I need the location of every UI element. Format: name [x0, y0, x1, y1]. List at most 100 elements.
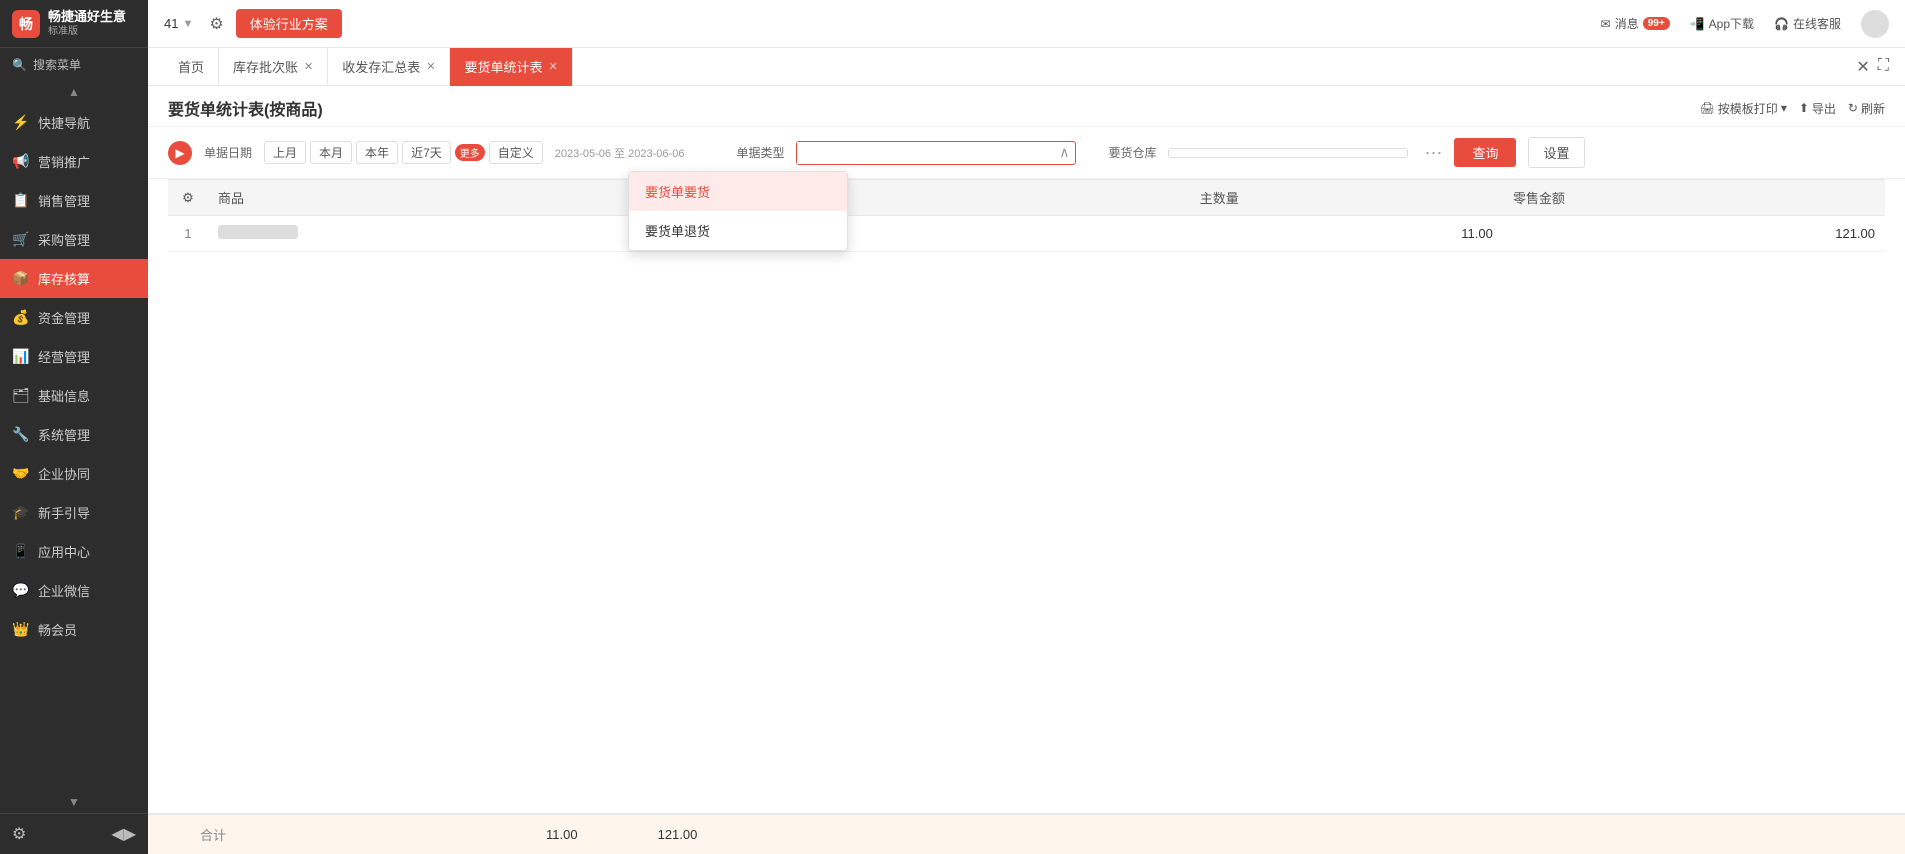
refresh-btn[interactable]: ↻ 刷新	[1848, 100, 1885, 117]
page-title: 要货单统计表(按商品)	[168, 96, 323, 120]
date-btn-7days[interactable]: 近7天	[402, 141, 451, 164]
col-settings[interactable]: ⚙	[168, 180, 208, 216]
sidebar-item-label: 应用中心	[38, 542, 90, 561]
sidebar-item-wechat[interactable]: 💬 企业微信	[0, 571, 148, 610]
sidebar-item-marketing[interactable]: 📢 营销推广	[0, 142, 148, 181]
logo-main-text: 畅捷通好生意	[48, 9, 126, 26]
tab-receivable-summary[interactable]: 收发存汇总表 ✕	[328, 48, 450, 86]
trial-btn[interactable]: 体验行业方案	[236, 9, 342, 38]
messages-btn[interactable]: ✉ 消息 99+	[1601, 15, 1670, 32]
filter-more-icon[interactable]: ···	[1424, 142, 1442, 163]
data-table: ⚙ 商品 主计量单位 主数量 零售金额 1	[168, 179, 1885, 252]
search-label: 搜索菜单	[33, 56, 81, 73]
system-icon: 🔧	[12, 426, 30, 443]
app-icon: 📱	[12, 543, 30, 560]
type-dropdown: 要货单要货 要货单退货	[628, 171, 848, 251]
tab-receivable-close[interactable]: ✕	[426, 60, 435, 73]
date-btn-custom[interactable]: 自定义	[489, 141, 543, 164]
date-more-badge[interactable]: 更多	[455, 144, 485, 161]
date-separator: 至	[614, 148, 628, 160]
main-area: 41 ▼ ⚙ 体验行业方案 ✉ 消息 99+ 📲 App下载 🎧 在线客服 首页	[148, 0, 1905, 854]
col-amount: 零售金额	[1503, 180, 1885, 216]
sidebar-item-operations[interactable]: 📊 经营管理	[0, 337, 148, 376]
sidebar-item-inventory[interactable]: 📦 库存核算	[0, 259, 148, 298]
topbar: 41 ▼ ⚙ 体验行业方案 ✉ 消息 99+ 📲 App下载 🎧 在线客服	[148, 0, 1905, 48]
warehouse-filter-label: 要货仓库	[1108, 144, 1156, 161]
sidebar-item-app[interactable]: 📱 应用中心	[0, 532, 148, 571]
table-header: ⚙ 商品 主计量单位 主数量 零售金额	[168, 180, 1885, 216]
type-filter-input[interactable]	[797, 142, 1053, 164]
filter-expand-btn[interactable]: ▶	[168, 141, 192, 165]
col-quantity: 主数量	[1190, 180, 1503, 216]
tab-close-all[interactable]: ✕	[1856, 57, 1869, 77]
print-label: 按模板打印	[1718, 100, 1778, 117]
date-btn-this-year[interactable]: 本年	[356, 141, 398, 164]
collapse-sidebar-btn[interactable]: ◀▶	[111, 824, 136, 844]
export-btn[interactable]: ⬆ 导出	[1799, 100, 1836, 117]
footer-amount: 121.00	[658, 827, 698, 842]
goods-blurred	[218, 225, 298, 239]
sidebar-item-member[interactable]: 👑 畅会员	[0, 610, 148, 649]
sidebar-item-corp[interactable]: 🤝 企业协同	[0, 454, 148, 493]
sidebar-scroll-down[interactable]: ▼	[0, 791, 148, 813]
table-footer: 合计 11.00 121.00	[148, 813, 1905, 854]
sidebar-logo: 畅 畅捷通好生意 标准版	[0, 0, 148, 48]
tab-order-stats-close[interactable]: ✕	[549, 60, 558, 73]
sidebar-item-sales[interactable]: 📋 销售管理	[0, 181, 148, 220]
sidebar-item-label: 资金管理	[38, 308, 90, 327]
sidebar-item-basic[interactable]: 🗂 基础信息	[0, 376, 148, 415]
corp-icon: 🤝	[12, 465, 30, 482]
member-icon: 👑	[12, 621, 30, 638]
tab-inventory-batch-close[interactable]: ✕	[304, 60, 313, 73]
sidebar-item-label: 企业协同	[38, 464, 90, 483]
tabs-controls: ✕ ⛶	[1856, 57, 1889, 77]
sidebar-item-label: 快捷导航	[38, 113, 90, 132]
user-avatar[interactable]	[1861, 10, 1889, 38]
warehouse-filter-input[interactable]	[1168, 148, 1408, 158]
topbar-settings-icon[interactable]: ⚙	[209, 14, 223, 34]
type-filter-clear[interactable]: ∧	[1053, 144, 1075, 161]
store-name: 41	[164, 16, 178, 31]
tab-order-stats[interactable]: 要货单统计表 ✕	[450, 48, 572, 86]
page-header: 要货单统计表(按商品) 🖨 按模板打印 ▾ ⬆ 导出 ↻ 刷新	[148, 86, 1905, 127]
sales-icon: 📋	[12, 192, 30, 209]
dropdown-item-label: 要货单退货	[645, 224, 710, 239]
sidebar-item-label: 系统管理	[38, 425, 90, 444]
sidebar-item-label: 销售管理	[38, 191, 90, 210]
print-btn[interactable]: 🖨 按模板打印 ▾	[1700, 100, 1787, 117]
refresh-label: 刷新	[1861, 100, 1885, 117]
sidebar-item-guide[interactable]: 🎓 新手引导	[0, 493, 148, 532]
store-selector[interactable]: 41 ▼	[164, 16, 193, 31]
settings-footer-btn[interactable]: ⚙	[12, 824, 26, 844]
operations-icon: 📊	[12, 348, 30, 365]
tab-home[interactable]: 首页	[164, 48, 219, 86]
dropdown-item-order-return[interactable]: 要货单退货	[629, 211, 847, 250]
content-area: 要货单统计表(按商品) 🖨 按模板打印 ▾ ⬆ 导出 ↻ 刷新	[148, 86, 1905, 854]
guide-icon: 🎓	[12, 504, 30, 521]
query-btn[interactable]: 查询	[1454, 138, 1516, 167]
date-btn-last-month[interactable]: 上月	[264, 141, 306, 164]
tab-inventory-batch[interactable]: 库存批次账 ✕	[219, 48, 328, 86]
tab-expand[interactable]: ⛶	[1878, 57, 1889, 77]
tabs-bar: 首页 库存批次账 ✕ 收发存汇总表 ✕ 要货单统计表 ✕ ✕ ⛶	[148, 48, 1905, 86]
sidebar-item-quick-nav[interactable]: ⚡ 快捷导航	[0, 103, 148, 142]
tab-home-label: 首页	[178, 57, 204, 76]
service-icon: 🎧	[1774, 17, 1789, 31]
sidebar-item-purchase[interactable]: 🛒 采购管理	[0, 220, 148, 259]
settings-btn[interactable]: 设置	[1528, 137, 1584, 168]
date-btn-this-month[interactable]: 本月	[310, 141, 352, 164]
sidebar-scroll-up[interactable]: ▲	[0, 81, 148, 103]
messages-badge: 99+	[1643, 17, 1670, 30]
app-download-btn[interactable]: 📲 App下载	[1690, 15, 1754, 32]
search-menu[interactable]: 🔍 搜索菜单	[0, 48, 148, 81]
footer-label: 合计	[200, 825, 226, 844]
sidebar-item-finance[interactable]: 💰 资金管理	[0, 298, 148, 337]
basic-icon: 🗂	[12, 387, 30, 404]
print-chevron-icon: ▾	[1781, 101, 1787, 115]
date-to: 2023-06-06	[628, 148, 684, 160]
sidebar-item-system[interactable]: 🔧 系统管理	[0, 415, 148, 454]
online-service-btn[interactable]: 🎧 在线客服	[1774, 15, 1841, 32]
export-label: 导出	[1812, 100, 1836, 117]
dropdown-item-order-goods[interactable]: 要货单要货	[629, 172, 847, 211]
sidebar-footer: ⚙ ◀▶	[0, 813, 148, 854]
